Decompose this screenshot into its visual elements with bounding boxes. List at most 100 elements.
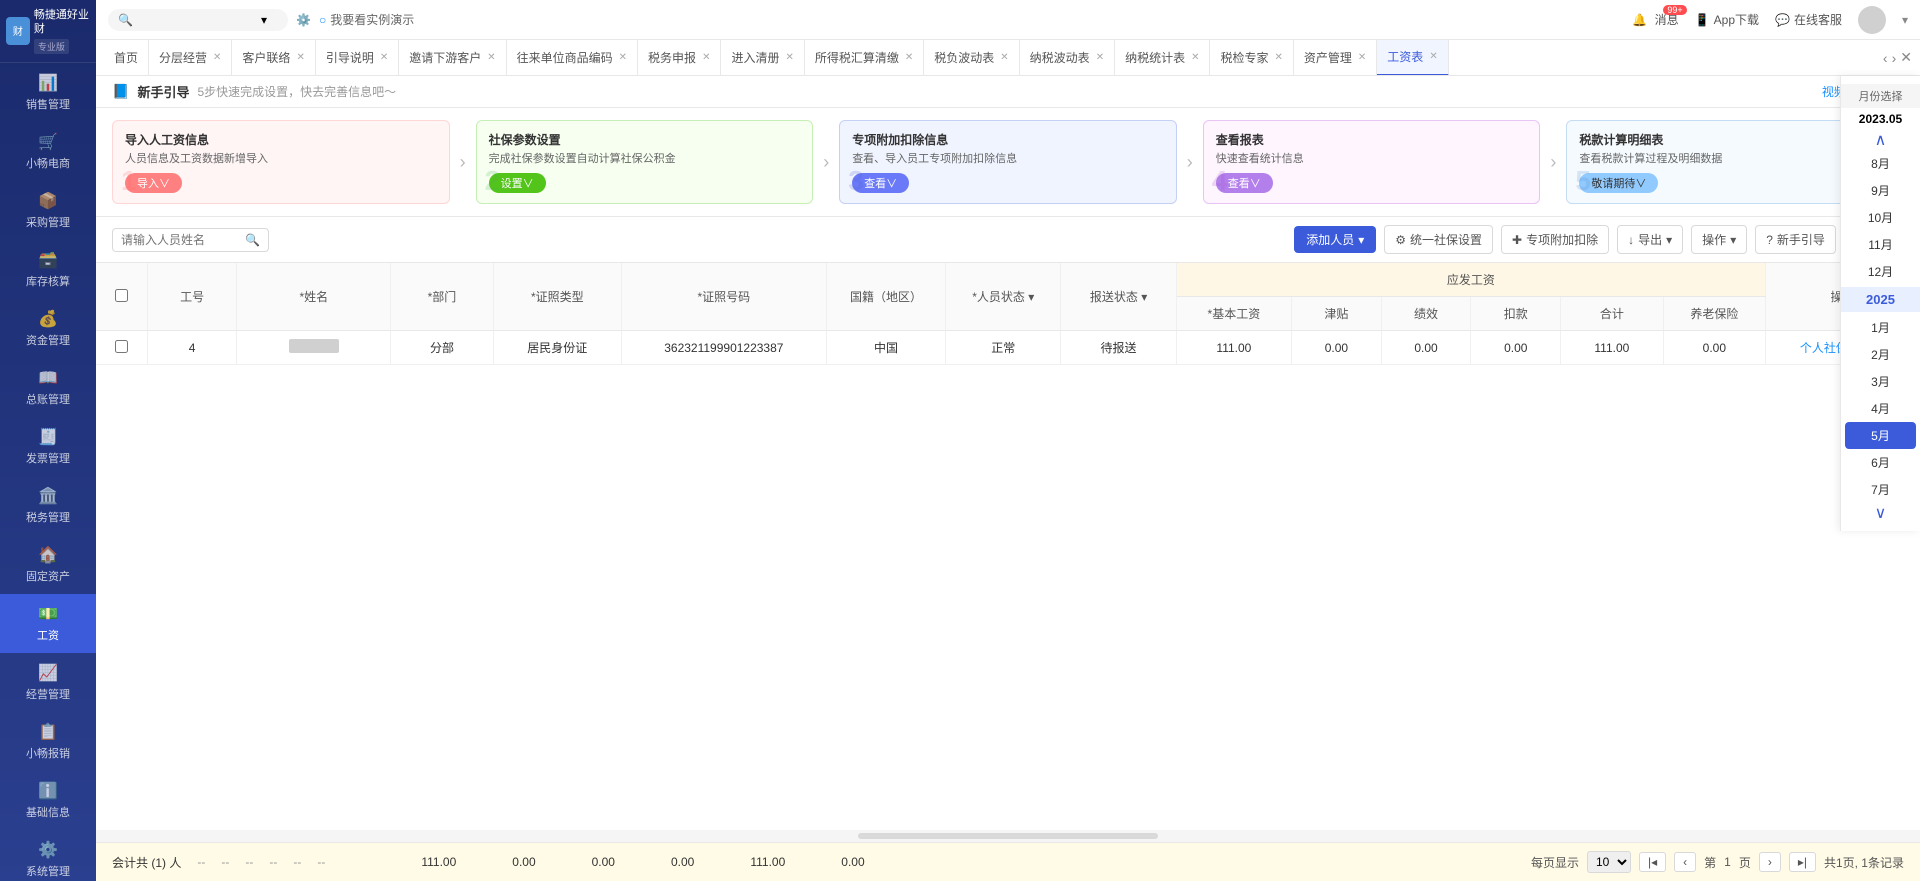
- tab-close-icon[interactable]: ✕: [785, 52, 793, 63]
- tab-clearance[interactable]: 进入清册 ✕: [721, 40, 804, 76]
- tab-close-icon[interactable]: ✕: [296, 52, 304, 63]
- status-filter-icon[interactable]: ▾: [1028, 290, 1034, 304]
- messages-badge[interactable]: 🔔 99+ 消息: [1632, 11, 1678, 28]
- tab-tax-report[interactable]: 税务申报 ✕: [638, 40, 721, 76]
- sidebar-item-system[interactable]: ⚙️ 系统管理: [0, 830, 96, 881]
- app-download-btn[interactable]: 📱 App下载: [1695, 11, 1759, 28]
- month-item-jan[interactable]: 1月: [1841, 314, 1920, 341]
- tab-next-arrow[interactable]: ›: [1892, 50, 1897, 66]
- tab-close-icon[interactable]: ✕: [1275, 52, 1283, 63]
- sidebar-item-invoice[interactable]: 🧾 发票管理: [0, 417, 96, 476]
- footer-sum-total: 111.00: [750, 855, 785, 869]
- add-person-button[interactable]: 添加人员 ▾: [1294, 226, 1376, 253]
- month-item-apr[interactable]: 4月: [1841, 395, 1920, 422]
- step-5-btn[interactable]: 敬请期待∨: [1579, 173, 1658, 193]
- tab-layered[interactable]: 分层经营 ✕: [149, 40, 232, 76]
- tab-close-icon[interactable]: ✕: [380, 52, 388, 63]
- month-item-mar[interactable]: 3月: [1841, 368, 1920, 395]
- month-item-jun[interactable]: 6月: [1841, 449, 1920, 476]
- demo-link[interactable]: ○ 我要看实例演示: [319, 11, 414, 28]
- tab-guide-info[interactable]: 引导说明 ✕: [316, 40, 399, 76]
- tab-invite[interactable]: 邀请下游客户 ✕: [399, 40, 506, 76]
- month-item-oct[interactable]: 10月: [1841, 204, 1920, 231]
- tab-close-icon[interactable]: ✕: [905, 52, 913, 63]
- month-item-dec[interactable]: 12月: [1841, 258, 1920, 285]
- month-picker-up-btn[interactable]: ∧: [1875, 130, 1887, 150]
- guide-btn[interactable]: ? 新手引导: [1755, 225, 1836, 254]
- tab-close-icon[interactable]: ✕: [1358, 52, 1366, 63]
- month-item-nov[interactable]: 11月: [1841, 231, 1920, 258]
- export-btn[interactable]: ↓ 导出 ▾: [1617, 225, 1683, 254]
- sidebar-item-ecommerce[interactable]: 🛒 小畅电商: [0, 122, 96, 181]
- row-checkbox[interactable]: [115, 340, 128, 353]
- tab-close-icon[interactable]: ✕: [1191, 52, 1199, 63]
- tab-close-icon[interactable]: ✕: [619, 52, 627, 63]
- sidebar-item-inventory[interactable]: 🗃️ 库存核算: [0, 240, 96, 299]
- tab-income-tax[interactable]: 所得税汇算清缴 ✕: [805, 40, 924, 76]
- sidebar-item-purchase[interactable]: 📦 采购管理: [0, 181, 96, 240]
- tab-asset-mgmt[interactable]: 资产管理 ✕: [1294, 40, 1377, 76]
- month-item-sep[interactable]: 9月: [1841, 177, 1920, 204]
- online-service-btn[interactable]: 💬 在线客服: [1775, 11, 1842, 28]
- month-picker-down-btn[interactable]: ∨: [1875, 503, 1887, 523]
- sidebar-item-salary[interactable]: 💵 工资: [0, 594, 96, 653]
- company-search[interactable]: 🔍 ▾: [108, 9, 288, 31]
- tab-tax-burden[interactable]: 税负波动表 ✕: [924, 40, 1019, 76]
- first-page-btn[interactable]: |◂: [1639, 852, 1666, 872]
- col-base-header: *基本工资: [1176, 297, 1291, 331]
- unified-social-label: 统一社保设置: [1410, 231, 1482, 248]
- tab-close-icon[interactable]: ✕: [1000, 52, 1008, 63]
- footer-dash-2: --: [221, 855, 229, 869]
- user-avatar[interactable]: [1858, 6, 1886, 34]
- tab-close-icon[interactable]: ✕: [1429, 51, 1437, 62]
- employee-search[interactable]: 🔍: [112, 228, 269, 252]
- last-page-btn[interactable]: ▸|: [1789, 852, 1816, 872]
- month-item-aug[interactable]: 8月: [1841, 150, 1920, 177]
- tab-close-all-icon[interactable]: ✕: [1900, 49, 1912, 66]
- prev-page-btn[interactable]: ‹: [1674, 852, 1696, 872]
- tab-close-icon[interactable]: ✕: [702, 52, 710, 63]
- tab-tax-stats[interactable]: 纳税统计表 ✕: [1115, 40, 1210, 76]
- per-page-select[interactable]: 10 20 50: [1587, 851, 1631, 873]
- step-2-desc: 完成社保参数设置自动计算社保公积金: [489, 152, 801, 167]
- tab-product-code[interactable]: 往来单位商品编码 ✕: [507, 40, 638, 76]
- tab-close-icon[interactable]: ✕: [1096, 52, 1104, 63]
- purchase-icon: 📦: [0, 191, 96, 211]
- sidebar-item-finance[interactable]: 💰 资金管理: [0, 299, 96, 358]
- sidebar-item-basic[interactable]: ℹ️ 基础信息: [0, 771, 96, 830]
- select-all-checkbox[interactable]: [115, 289, 128, 302]
- sidebar-item-sales[interactable]: 📊 销售管理: [0, 63, 96, 122]
- month-item-may[interactable]: 5月: [1845, 422, 1916, 449]
- tab-salary-table[interactable]: 工资表 ✕: [1377, 40, 1448, 76]
- sidebar-item-assets[interactable]: 🏠 固定资产: [0, 535, 96, 594]
- month-item-jul[interactable]: 7月: [1841, 476, 1920, 503]
- tab-close-icon[interactable]: ✕: [213, 52, 221, 63]
- step-1-title: 导入人工资信息: [125, 131, 437, 148]
- settings-icon[interactable]: ⚙️: [296, 13, 311, 27]
- search-magnifier-icon[interactable]: 🔍: [245, 233, 260, 247]
- horizontal-scrollbar[interactable]: [96, 830, 1920, 842]
- company-search-input[interactable]: [137, 13, 257, 27]
- employee-search-input[interactable]: [121, 233, 241, 247]
- tab-home[interactable]: 首页: [104, 40, 149, 76]
- tab-tax-expert[interactable]: 税检专家 ✕: [1210, 40, 1293, 76]
- operations-btn[interactable]: 操作 ▾: [1691, 225, 1747, 254]
- month-item-feb[interactable]: 2月: [1841, 341, 1920, 368]
- sidebar-item-expense[interactable]: 📋 小畅报销: [0, 712, 96, 771]
- scroll-thumb[interactable]: [858, 833, 1158, 839]
- send-filter-icon[interactable]: ▾: [1141, 290, 1147, 304]
- user-menu-icon[interactable]: ▾: [1902, 13, 1908, 27]
- tab-close-icon[interactable]: ✕: [487, 52, 495, 63]
- tab-prev-arrow[interactable]: ‹: [1883, 50, 1888, 66]
- special-deduct-btn[interactable]: ✚ 专项附加扣除: [1501, 225, 1609, 254]
- sidebar-item-ops[interactable]: 📈 经营管理: [0, 653, 96, 712]
- tab-tax-fluctuation[interactable]: 纳税波动表 ✕: [1020, 40, 1115, 76]
- sidebar-item-tax[interactable]: 🏛️ 税务管理: [0, 476, 96, 535]
- tab-crm[interactable]: 客户联络 ✕: [232, 40, 315, 76]
- sidebar-item-ledger[interactable]: 📖 总账管理: [0, 358, 96, 417]
- row-base-cell: 111.00: [1176, 331, 1291, 365]
- next-page-btn[interactable]: ›: [1759, 852, 1781, 872]
- basic-icon: ℹ️: [0, 781, 96, 801]
- unified-social-btn[interactable]: ⚙ 统一社保设置: [1384, 225, 1493, 254]
- step-3-title: 专项附加扣除信息: [852, 131, 1164, 148]
